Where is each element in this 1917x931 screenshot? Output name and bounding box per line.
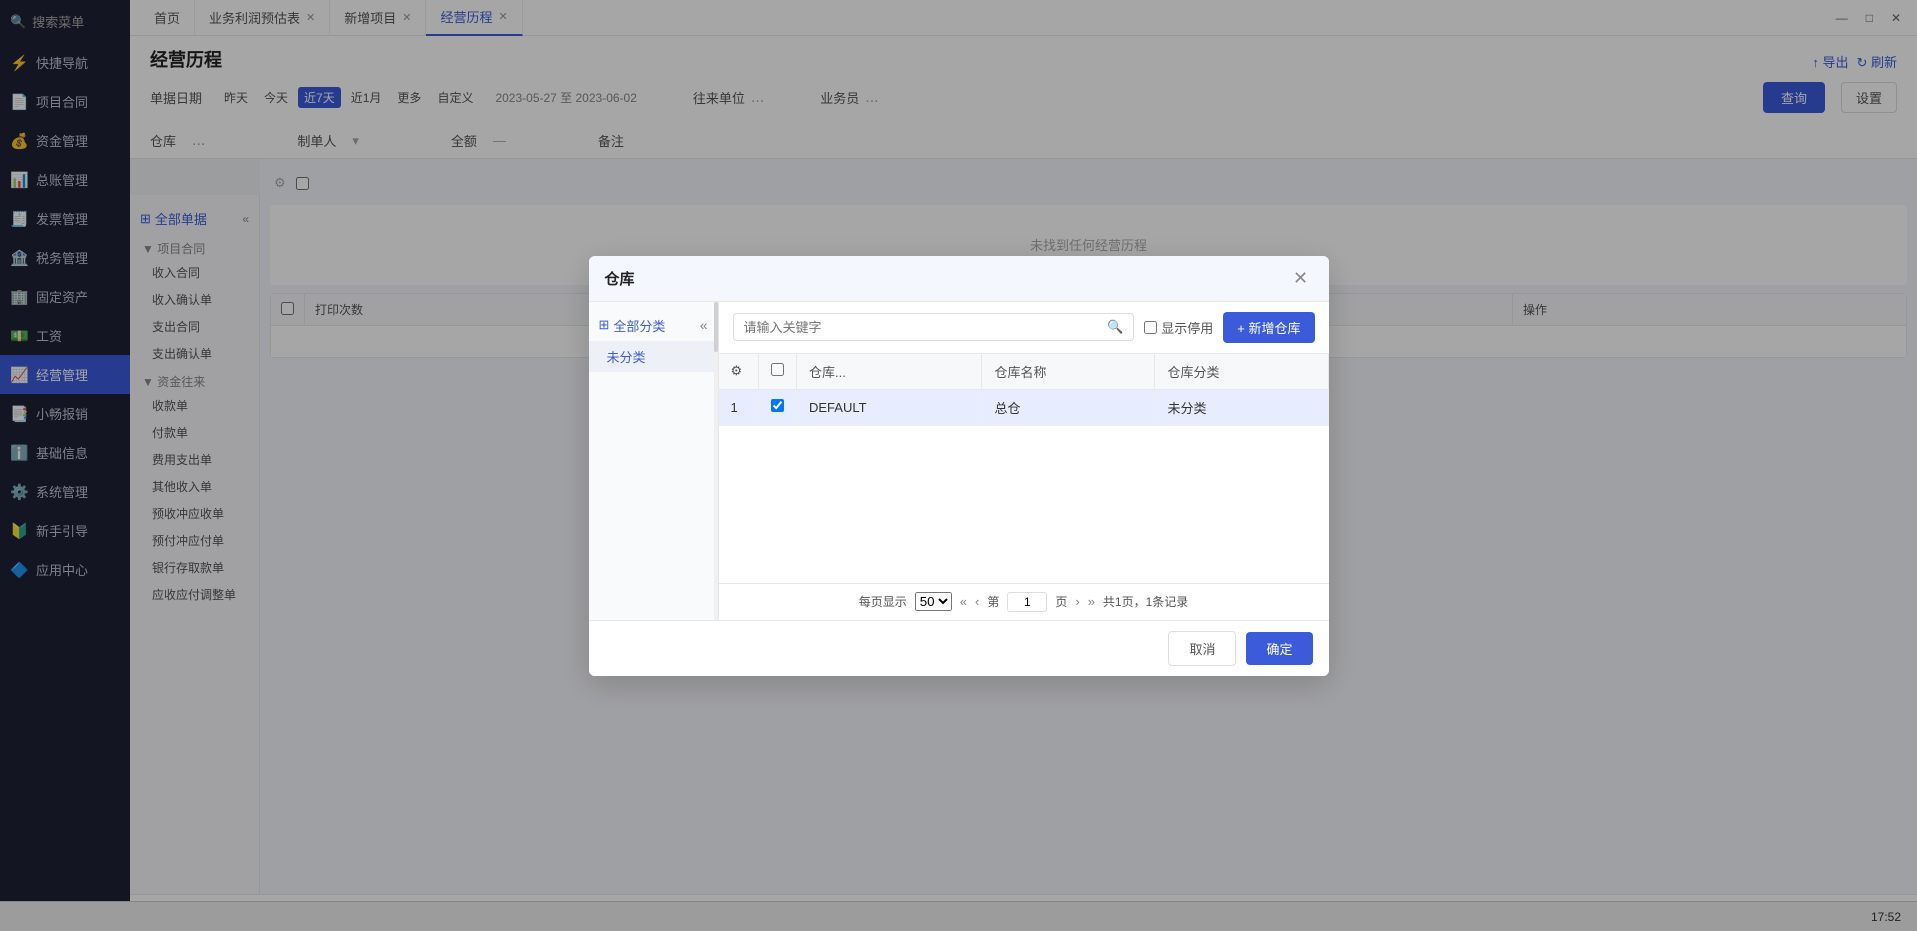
th-warehouse-category[interactable]: 仓库分类 (1155, 354, 1328, 390)
gear-icon[interactable]: ⚙ (731, 363, 743, 378)
modal-prev-btn[interactable]: ‹ (975, 594, 979, 609)
modal-per-page-label: 每页显示 (859, 593, 907, 610)
sidebar-scrollbar-thumb (714, 302, 718, 352)
show-disabled-label: 显示停用 (1161, 318, 1213, 337)
row-code: DEFAULT (797, 389, 982, 425)
modal-header: 仓库 ✕ (589, 256, 1329, 302)
modal-all-category[interactable]: ⊞ 全部分类 « (589, 310, 718, 341)
modal-sidebar-collapse[interactable]: « (700, 317, 708, 333)
th-warehouse-code[interactable]: 仓库... (797, 354, 982, 390)
modal-page-suffix: 页 (1055, 593, 1067, 610)
th-warehouse-name[interactable]: 仓库名称 (982, 354, 1155, 390)
modal-table-area: ⚙ 仓库... 仓库名称 仓库分类 (719, 354, 1329, 583)
show-disabled-check[interactable] (1144, 321, 1157, 334)
modal-per-page-select[interactable]: 50 (915, 592, 952, 611)
modal-table-row-1[interactable]: 1 DEFAULT 总仓 未分类 (719, 389, 1329, 425)
th-gear: ⚙ (719, 354, 759, 390)
th-checkbox (759, 354, 797, 390)
modal-search-box[interactable]: 🔍 (733, 313, 1135, 341)
row-checkbox[interactable] (771, 399, 784, 412)
show-disabled-checkbox[interactable]: 显示停用 (1144, 318, 1213, 337)
row-category: 未分类 (1155, 389, 1328, 425)
modal-data-table: ⚙ 仓库... 仓库名称 仓库分类 (719, 354, 1329, 426)
modal-overlay[interactable]: 仓库 ✕ ⊞ 全部分类 « 未分类 (0, 0, 1917, 931)
modal-sidebar: ⊞ 全部分类 « 未分类 (589, 302, 719, 620)
modal-pagination: 每页显示 50 « ‹ 第 页 › » 共1页，1条记录 (719, 583, 1329, 620)
modal-body: ⊞ 全部分类 « 未分类 🔍 (589, 302, 1329, 620)
modal-main: 🔍 显示停用 + 新增仓库 ⚙ (719, 302, 1329, 620)
row-id: 1 (719, 389, 759, 425)
sidebar-scrollbar (714, 302, 718, 620)
modal-search-input[interactable] (744, 320, 1102, 335)
confirm-button[interactable]: 确定 (1246, 632, 1312, 665)
modal-toolbar: 🔍 显示停用 + 新增仓库 (719, 302, 1329, 354)
modal-close-btn[interactable]: ✕ (1289, 268, 1313, 289)
cancel-button[interactable]: 取消 (1168, 631, 1236, 666)
modal-total: 共1页，1条记录 (1103, 593, 1188, 610)
modal-last-btn[interactable]: » (1088, 594, 1095, 609)
row-checkbox-cell[interactable] (759, 389, 797, 425)
modal-title: 仓库 (605, 268, 635, 289)
modal-next-btn[interactable]: › (1075, 594, 1079, 609)
modal-header-checkbox[interactable] (771, 363, 784, 376)
search-icon: 🔍 (1107, 319, 1123, 335)
modal-first-btn[interactable]: « (960, 594, 967, 609)
modal-sidebar-uncategorized[interactable]: 未分类 (589, 341, 718, 372)
row-name: 总仓 (982, 389, 1155, 425)
warehouse-modal: 仓库 ✕ ⊞ 全部分类 « 未分类 (589, 256, 1329, 676)
modal-page-label: 第 (987, 593, 999, 610)
modal-page-input[interactable] (1007, 592, 1047, 612)
modal-footer: 取消 确定 (589, 620, 1329, 676)
modal-table-header: ⚙ 仓库... 仓库名称 仓库分类 (719, 354, 1329, 390)
add-warehouse-btn[interactable]: + 新增仓库 (1223, 312, 1314, 343)
category-grid-icon: ⊞ (599, 317, 610, 333)
